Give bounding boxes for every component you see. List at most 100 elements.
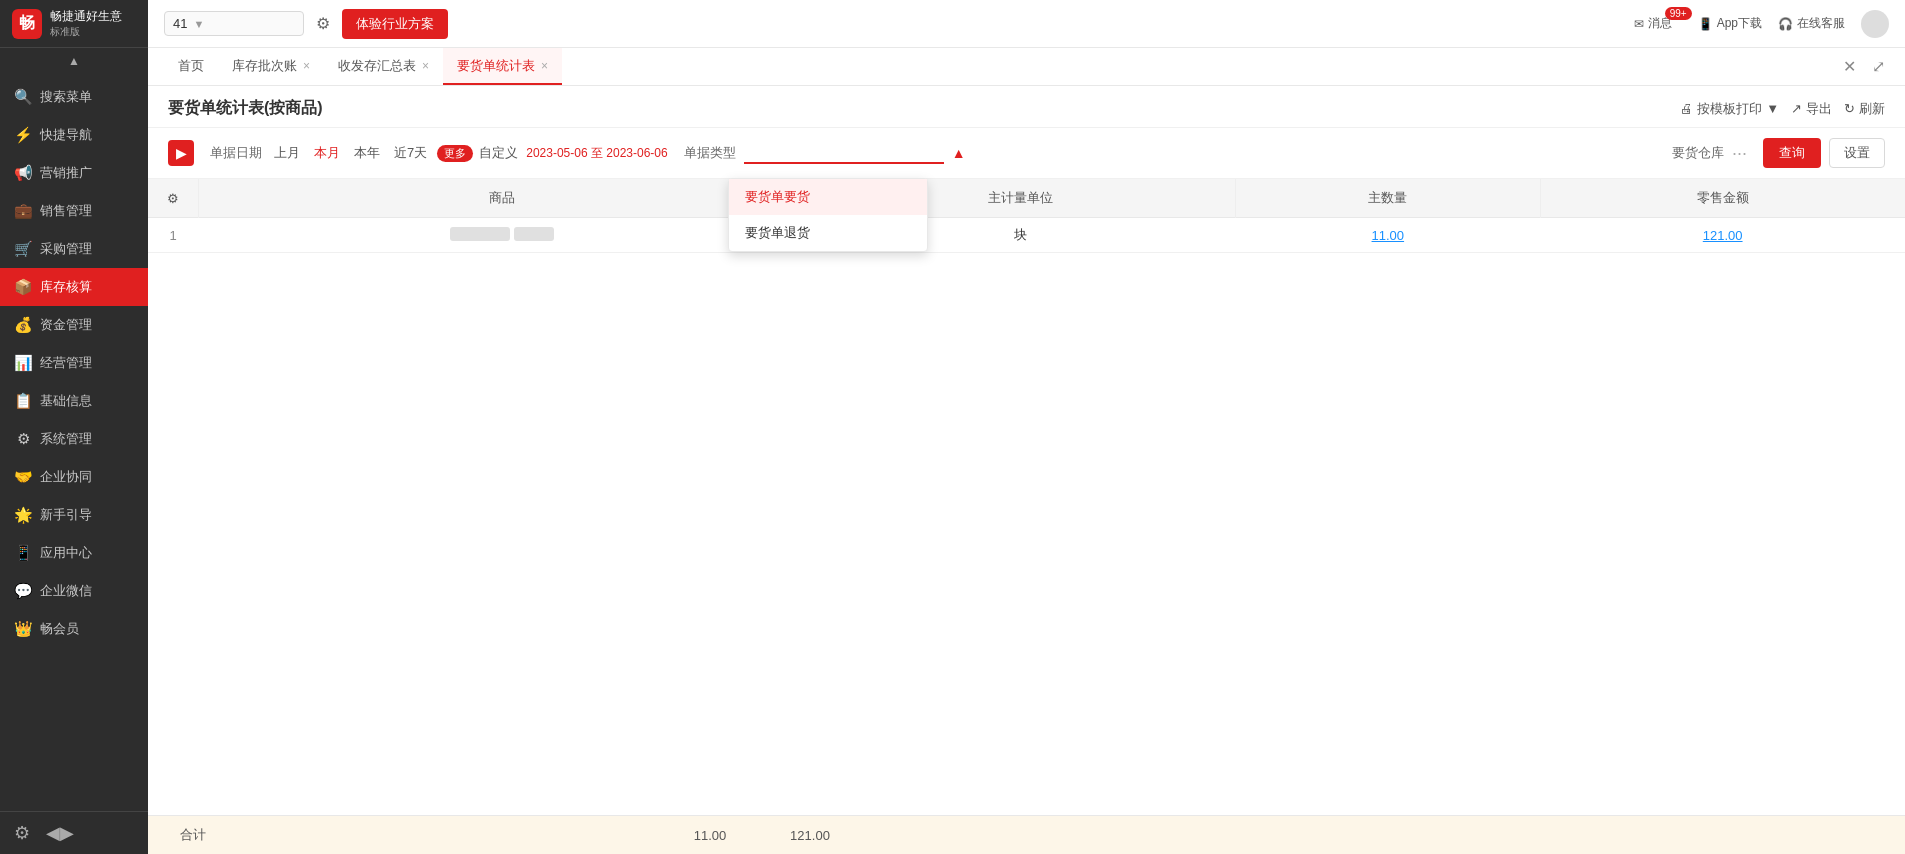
settings-column-header: ⚙ bbox=[148, 179, 198, 218]
column-settings-icon[interactable]: ⚙ bbox=[167, 191, 179, 206]
sidebar-item-inventory[interactable]: 📦库存核算 bbox=[0, 268, 148, 306]
messages-badge: 99+ bbox=[1665, 7, 1692, 20]
sidebar-item-guide[interactable]: 🌟 新手引导 bbox=[0, 496, 148, 534]
product-placeholder-1 bbox=[450, 227, 510, 241]
warehouse-more-btn[interactable]: ··· bbox=[1732, 143, 1747, 164]
sidebar: 畅 畅捷通好生意 标准版 ▲ 🔍搜索菜单⚡快捷导航📢营销推广💼销售管理🛒采购管理… bbox=[0, 0, 148, 854]
messages-button[interactable]: ✉ 消息 99+ bbox=[1634, 15, 1682, 32]
app-download-button[interactable]: 📱 App下载 bbox=[1698, 15, 1762, 32]
sidebar-item-marketing[interactable]: 📢 营销推广 bbox=[0, 154, 148, 192]
table-container: ⚙ 商品 主计量单位 主数量 零售金额 1 块 11.00 121.00 bbox=[148, 179, 1905, 815]
nav-icon-business: 📊 bbox=[14, 354, 32, 372]
sidebar-item-system[interactable]: ⚙系统管理 bbox=[0, 420, 148, 458]
sidebar-item-quicknav[interactable]: ⚡快捷导航 bbox=[0, 116, 148, 154]
page-content: 要货单统计表(按商品) 🖨 按模板打印 ▼ ↗ 导出 ↻ 刷新 bbox=[148, 86, 1905, 854]
sidebar-item-basicinfo[interactable]: 📋基础信息 bbox=[0, 382, 148, 420]
row-seq-0: 1 bbox=[148, 218, 198, 253]
more-date-btn[interactable]: 更多 bbox=[437, 145, 473, 162]
nav-label-enterprise: 企业协同 bbox=[40, 468, 92, 486]
dropdown-item-1[interactable]: 要货单退货 bbox=[729, 215, 927, 251]
settings-icon-button[interactable]: ⚙ bbox=[312, 10, 334, 37]
doc-type-collapse-btn[interactable]: ▲ bbox=[952, 145, 966, 161]
tab-label-inventory_batch: 库存批次账 bbox=[232, 57, 297, 75]
query-button[interactable]: 查询 bbox=[1763, 138, 1821, 168]
last-7days-btn[interactable]: 近7天 bbox=[390, 142, 431, 164]
close-tab-shipping_summary[interactable]: × bbox=[422, 59, 429, 73]
tab-home[interactable]: 首页 bbox=[164, 48, 218, 85]
nav-label-marketing: 营销推广 bbox=[40, 164, 92, 182]
tab-shipping_summary[interactable]: 收发存汇总表 × bbox=[324, 48, 443, 85]
date-filter-group: 单据日期 上月 本月 本年 近7天 更多 自定义 2023-05-06 至 20… bbox=[210, 142, 668, 164]
nav-label-appstore: 应用中心 bbox=[40, 544, 92, 562]
table-footer: 合计 11.00 121.00 bbox=[148, 815, 1905, 854]
tabbar: 首页库存批次账×收发存汇总表×要货单统计表× ✕ ⤢ bbox=[148, 48, 1905, 86]
close-tab-button[interactable]: ✕ bbox=[1839, 53, 1860, 80]
refresh-button[interactable]: ↻ 刷新 bbox=[1844, 100, 1885, 118]
close-tab-inventory_batch[interactable]: × bbox=[303, 59, 310, 73]
nav-label-guide: 新手引导 bbox=[40, 506, 92, 524]
nav-label-sales: 销售管理 bbox=[40, 202, 92, 220]
custom-date-btn[interactable]: 自定义 bbox=[479, 144, 518, 162]
trial-button[interactable]: 体验行业方案 bbox=[342, 9, 448, 39]
footer-label: 合计 bbox=[160, 826, 400, 844]
print-template-button[interactable]: 🖨 按模板打印 ▼ bbox=[1680, 100, 1779, 118]
sidebar-item-appstore[interactable]: 📱 应用中心 bbox=[0, 534, 148, 572]
settings-bottom-icon[interactable]: ⚙ bbox=[14, 822, 30, 844]
nav-label-purchase: 采购管理 bbox=[40, 240, 92, 258]
nav-icon-guide: 🌟 bbox=[14, 506, 32, 524]
collapse-icon[interactable]: ◀▶ bbox=[46, 822, 74, 844]
nav-icon-appstore: 📱 bbox=[14, 544, 32, 562]
last-month-btn[interactable]: 上月 bbox=[270, 142, 304, 164]
sidebar-bottom: ⚙ ◀▶ bbox=[0, 811, 148, 854]
sidebar-item-search[interactable]: 🔍搜索菜单 bbox=[0, 78, 148, 116]
nav-icon-finance: 💰 bbox=[14, 316, 32, 334]
doc-type-label: 单据类型 bbox=[684, 144, 736, 162]
dropdown-item-0[interactable]: 要货单要货 bbox=[729, 179, 927, 215]
this-year-btn[interactable]: 本年 bbox=[350, 142, 384, 164]
nav-icon-wechat: 💬 bbox=[14, 582, 32, 600]
app-icon: 📱 bbox=[1698, 17, 1713, 31]
sidebar-item-wechat[interactable]: 💬企业微信 bbox=[0, 572, 148, 610]
amount-link-0[interactable]: 121.00 bbox=[1703, 228, 1743, 243]
date-range-value: 2023-05-06 至 2023-06-06 bbox=[526, 146, 667, 160]
expand-tab-button[interactable]: ⤢ bbox=[1868, 53, 1889, 80]
online-service-button[interactable]: 🎧 在线客服 bbox=[1778, 15, 1845, 32]
quantity-link-0[interactable]: 11.00 bbox=[1372, 228, 1405, 243]
company-arrow-icon: ▼ bbox=[193, 18, 204, 30]
export-button[interactable]: ↗ 导出 bbox=[1791, 100, 1832, 118]
sidebar-item-business[interactable]: 📊经营管理 bbox=[0, 344, 148, 382]
tab-inventory_batch[interactable]: 库存批次账 × bbox=[218, 48, 324, 85]
page-inner: 要货单统计表(按商品) 🖨 按模板打印 ▼ ↗ 导出 ↻ 刷新 bbox=[148, 86, 1905, 854]
tab-label-shipping_summary: 收发存汇总表 bbox=[338, 57, 416, 75]
nav-icon-marketing: 📢 bbox=[14, 164, 32, 182]
this-month-btn[interactable]: 本月 bbox=[310, 142, 344, 164]
tab-order_stats[interactable]: 要货单统计表× bbox=[443, 48, 562, 85]
date-range-display: 2023-05-06 至 2023-06-06 bbox=[526, 145, 667, 162]
setup-button[interactable]: 设置 bbox=[1829, 138, 1885, 168]
doc-type-input[interactable] bbox=[744, 143, 944, 164]
topbar: 41 ▼ ⚙ 体验行业方案 ✉ 消息 99+ 📱 App下载 🎧 在线客服 bbox=[148, 0, 1905, 48]
footer-quantity: 11.00 bbox=[660, 828, 760, 843]
close-tab-order_stats[interactable]: × bbox=[541, 59, 548, 73]
row-amount-0: 121.00 bbox=[1540, 218, 1905, 253]
sidebar-item-member[interactable]: 👑畅会员 bbox=[0, 610, 148, 648]
sidebar-item-finance[interactable]: 💰 资金管理 bbox=[0, 306, 148, 344]
sidebar-item-enterprise[interactable]: 🤝企业协同 bbox=[0, 458, 148, 496]
main-area: 41 ▼ ⚙ 体验行业方案 ✉ 消息 99+ 📱 App下载 🎧 在线客服 首 bbox=[148, 0, 1905, 854]
sidebar-item-sales[interactable]: 💼 销售管理 bbox=[0, 192, 148, 230]
filter-expand-button[interactable]: ▶ bbox=[168, 140, 194, 166]
sidebar-item-purchase[interactable]: 🛒 采购管理 bbox=[0, 230, 148, 268]
print-arrow-icon: ▼ bbox=[1766, 101, 1779, 116]
service-icon: 🎧 bbox=[1778, 17, 1793, 31]
user-avatar[interactable] bbox=[1861, 10, 1889, 38]
tab-label-home: 首页 bbox=[178, 57, 204, 75]
nav-label-basicinfo: 基础信息 bbox=[40, 392, 92, 410]
scroll-up-button[interactable]: ▲ bbox=[64, 50, 84, 72]
doc-type-filter-group: 单据类型 ▲ bbox=[684, 143, 1656, 164]
nav-icon-purchase: 🛒 bbox=[14, 240, 32, 258]
nav-label-finance: 资金管理 bbox=[40, 316, 92, 334]
nav-icon-sales: 💼 bbox=[14, 202, 32, 220]
message-icon: ✉ bbox=[1634, 17, 1644, 31]
company-selector[interactable]: 41 ▼ bbox=[164, 11, 304, 36]
amount-column-header: 零售金额 bbox=[1540, 179, 1905, 218]
